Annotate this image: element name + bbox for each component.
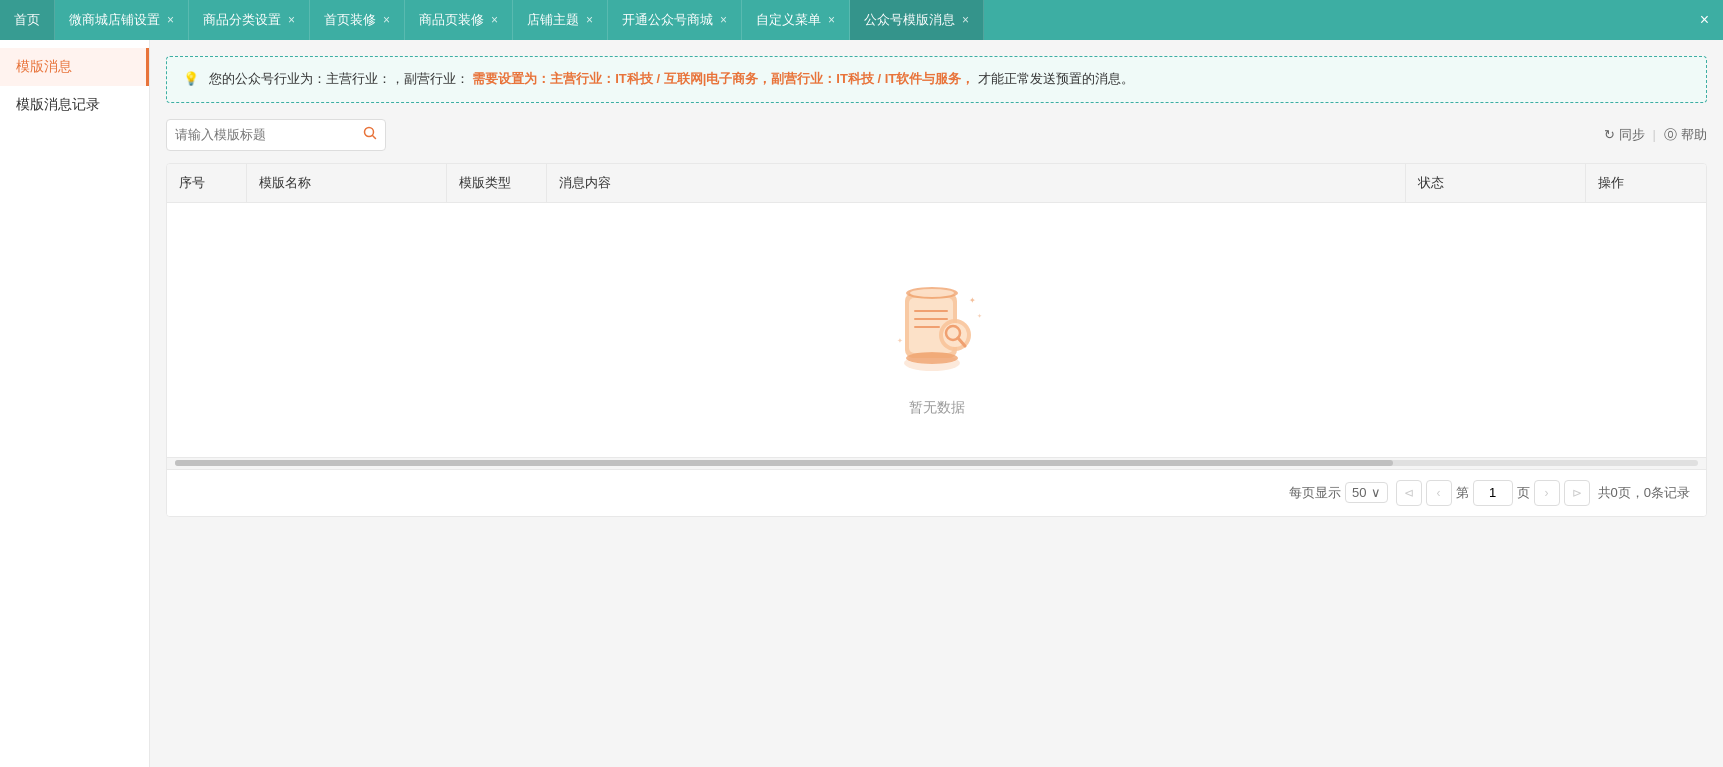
sync-button[interactable]: ↻ 同步 (1604, 126, 1645, 144)
scrollbar-track[interactable] (175, 460, 1698, 466)
page-label: 页 (1517, 484, 1530, 502)
th-type: 模版类型 (447, 164, 547, 202)
toolbar-divider: | (1653, 127, 1656, 142)
pagination-total: 共0页，0条记录 (1598, 484, 1690, 502)
tab-product-decor[interactable]: 商品页装修 × (405, 0, 513, 40)
tab-custom-menu[interactable]: 自定义菜单 × (742, 0, 850, 40)
notice-highlight: 需要设置为：主营行业：IT科技 / 互联网|电子商务，副营行业：IT科技 / I… (472, 71, 974, 86)
th-action: 操作 (1586, 164, 1706, 202)
scrollbar-thumb[interactable] (175, 460, 1393, 466)
chevron-down-icon: ∨ (1371, 485, 1381, 500)
tab-shop-theme[interactable]: 店铺主题 × (513, 0, 608, 40)
th-content: 消息内容 (547, 164, 1406, 202)
svg-text:✦: ✦ (897, 337, 903, 344)
page-size-value: 50 (1352, 485, 1366, 500)
page-size-label: 每页显示 (1289, 484, 1341, 502)
tab-home[interactable]: 首页 (0, 0, 55, 40)
help-label: 帮助 (1681, 126, 1707, 144)
help-icon: ⓪ (1664, 126, 1677, 144)
sidebar-item-template-msg-log[interactable]: 模版消息记录 (0, 86, 149, 124)
notice-icon: 💡 (183, 71, 199, 86)
notice-prefix: 您的公众号行业为：主营行业：，副营行业： (209, 71, 469, 86)
page-first-button[interactable]: ⊲ (1396, 480, 1422, 506)
search-input[interactable] (175, 127, 359, 142)
notice-suffix: 才能正常发送预置的消息。 (978, 71, 1134, 86)
empty-text: 暂无数据 (909, 399, 965, 417)
tab-close-template-msg[interactable]: × (962, 13, 969, 27)
svg-point-10 (906, 352, 958, 364)
svg-line-1 (373, 136, 376, 139)
page-prev-button[interactable]: ‹ (1426, 480, 1452, 506)
tab-close-shop-setting[interactable]: × (167, 13, 174, 27)
tab-close-open-mall[interactable]: × (720, 13, 727, 27)
page-last-button[interactable]: ⊳ (1564, 480, 1590, 506)
th-status: 状态 (1406, 164, 1586, 202)
tab-close-custom-menu[interactable]: × (828, 13, 835, 27)
page-next-button[interactable]: › (1534, 480, 1560, 506)
page-di-label: 第 (1456, 484, 1469, 502)
th-name: 模版名称 (247, 164, 447, 202)
sidebar: 模版消息 模版消息记录 (0, 40, 150, 767)
tab-product-category[interactable]: 商品分类设置 × (189, 0, 310, 40)
tab-bar-close-all[interactable]: × (1686, 0, 1723, 40)
svg-text:✦: ✦ (977, 313, 982, 319)
tab-bar: 首页 微商城店铺设置 × 商品分类设置 × 首页装修 × 商品页装修 × 店铺主… (0, 0, 1723, 40)
tab-close-product-decor[interactable]: × (491, 13, 498, 27)
tab-close-home-decor[interactable]: × (383, 13, 390, 27)
search-input-wrap (166, 119, 386, 151)
content-area: 💡 您的公众号行业为：主营行业：，副营行业： 需要设置为：主营行业：IT科技 /… (150, 40, 1723, 767)
empty-illustration: ✦ ✦ ✦ (877, 263, 997, 383)
notice-banner: 💡 您的公众号行业为：主营行业：，副营行业： 需要设置为：主营行业：IT科技 /… (166, 56, 1707, 103)
page-number-input[interactable] (1473, 480, 1513, 506)
sync-icon: ↻ (1604, 127, 1615, 142)
page-size-dropdown[interactable]: 50 ∨ (1345, 482, 1387, 503)
search-bar: ↻ 同步 | ⓪ 帮助 (166, 119, 1707, 151)
main-layout: 模版消息 模版消息记录 💡 您的公众号行业为：主营行业：，副营行业： 需要设置为… (0, 40, 1723, 767)
table-wrap: 序号 模版名称 模版类型 消息内容 状态 操作 (166, 163, 1707, 517)
tab-close-shop-theme[interactable]: × (586, 13, 593, 27)
sidebar-item-template-msg[interactable]: 模版消息 (0, 48, 149, 86)
tab-template-msg[interactable]: 公众号模版消息 × (850, 0, 984, 40)
th-seq: 序号 (167, 164, 247, 202)
empty-state: ✦ ✦ ✦ 暂无数据 (167, 203, 1706, 457)
horizontal-scrollbar[interactable] (167, 457, 1706, 469)
toolbar-right: ↻ 同步 | ⓪ 帮助 (1604, 126, 1707, 144)
page-navigation: ⊲ ‹ 第 页 › ⊳ (1396, 480, 1590, 506)
pagination: 每页显示 50 ∨ ⊲ ‹ 第 页 › ⊳ 共0页，0条记录 (167, 469, 1706, 516)
tab-home-decor[interactable]: 首页装修 × (310, 0, 405, 40)
page-size-select: 每页显示 50 ∨ (1289, 482, 1387, 503)
help-button[interactable]: ⓪ 帮助 (1664, 126, 1707, 144)
sync-label: 同步 (1619, 126, 1645, 144)
search-icon[interactable] (363, 126, 377, 143)
tab-open-mall[interactable]: 开通公众号商城 × (608, 0, 742, 40)
tab-shop-setting[interactable]: 微商城店铺设置 × (55, 0, 189, 40)
svg-text:✦: ✦ (969, 296, 976, 305)
tab-close-product-category[interactable]: × (288, 13, 295, 27)
svg-point-9 (910, 289, 954, 297)
table-header: 序号 模版名称 模版类型 消息内容 状态 操作 (167, 164, 1706, 203)
